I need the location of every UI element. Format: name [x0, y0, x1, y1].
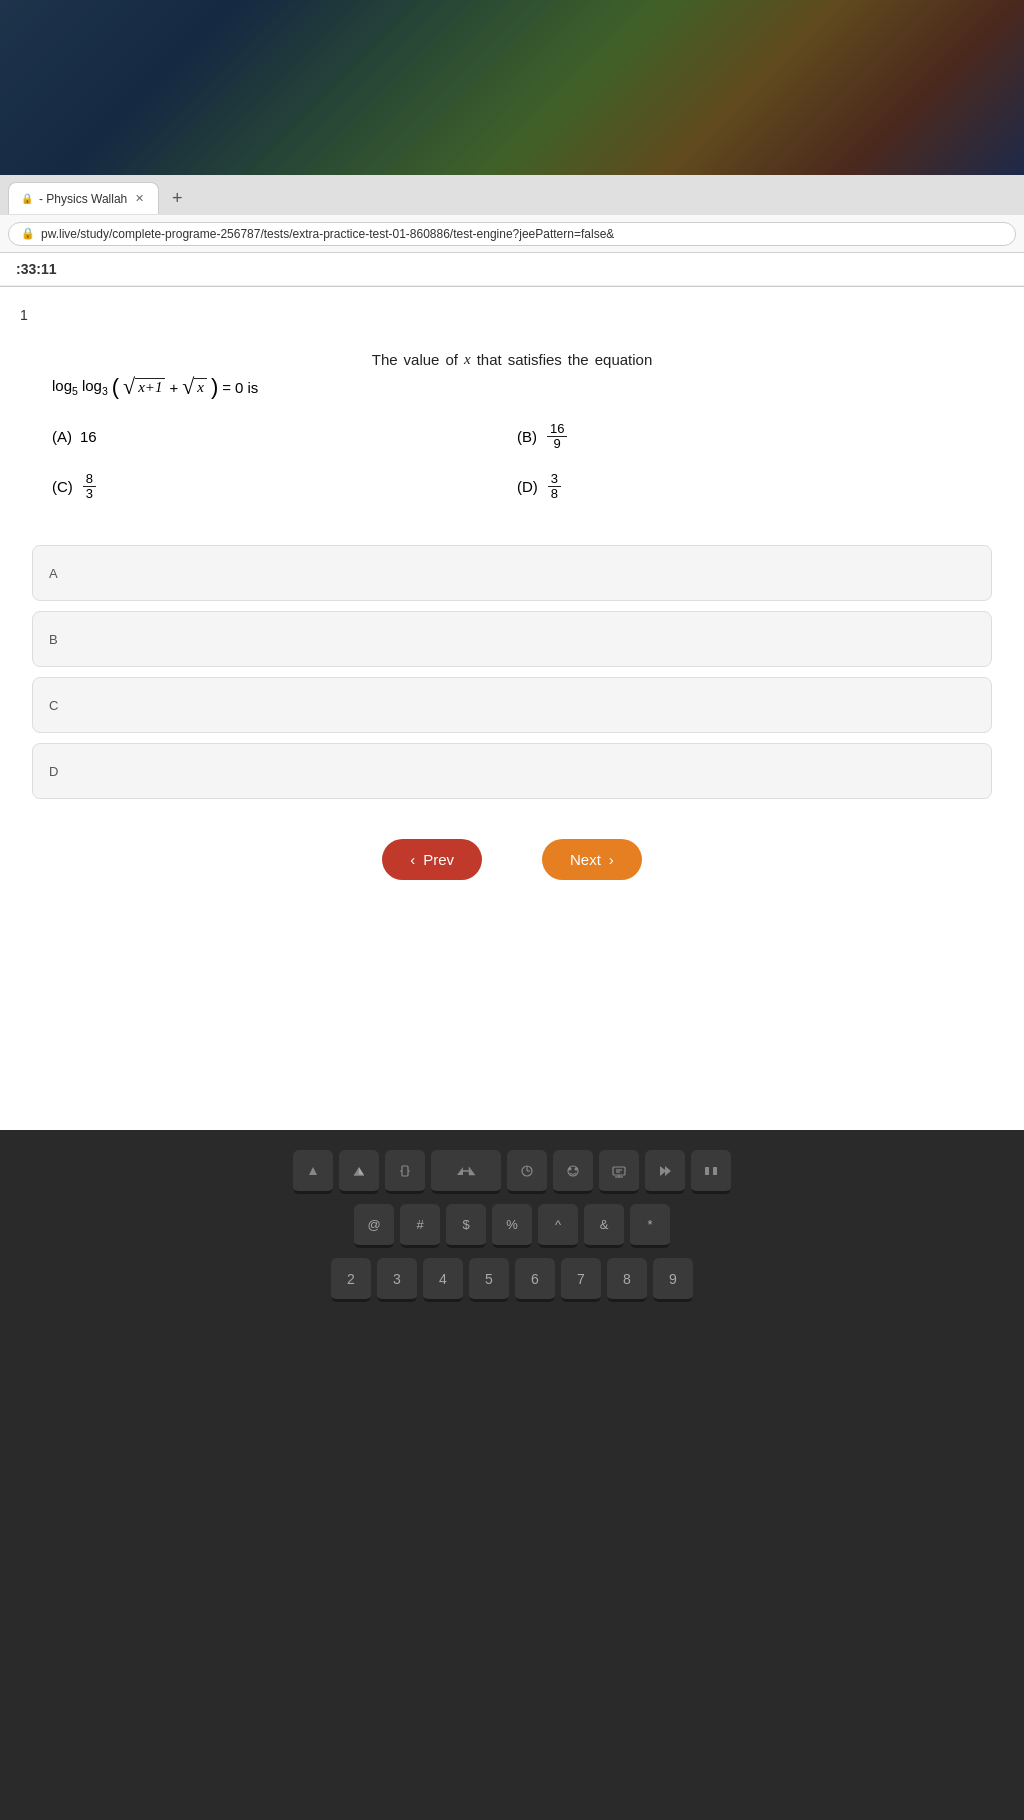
key-6[interactable]: 6: [515, 1258, 555, 1302]
active-tab[interactable]: 🔒 - Physics Wallah ✕: [8, 182, 159, 214]
equation-line: log5 log3 ( √ x+1 + √ x ) = 0 is: [32, 372, 992, 414]
address-bar[interactable]: 🔒 pw.live/study/complete-programe-256787…: [8, 222, 1016, 246]
key-8[interactable]: 8: [607, 1258, 647, 1302]
answer-option-b[interactable]: B: [32, 611, 992, 667]
key-dollar[interactable]: $: [446, 1204, 486, 1248]
svg-marker-23: [469, 1167, 475, 1175]
option-d-letter: D: [49, 764, 63, 779]
svg-rect-37: [713, 1167, 717, 1175]
key-at[interactable]: @: [354, 1204, 394, 1248]
desktop-wallpaper: [0, 0, 1024, 175]
content-area: 1 The value of x that satisfies the equa…: [0, 287, 1024, 1130]
address-text: pw.live/study/complete-programe-256787/t…: [41, 227, 614, 241]
svg-marker-35: [660, 1166, 671, 1176]
prev-button[interactable]: ‹ Prev: [382, 839, 482, 880]
choice-d-display: (D) 3 8: [517, 472, 972, 502]
address-lock-icon: 🔒: [21, 227, 35, 240]
tab-bar: 🔒 - Physics Wallah ✕ +: [0, 175, 1024, 215]
keyboard-row-symbols: @ # $ % ^ & *: [10, 1204, 1014, 1248]
key-ampersand[interactable]: &: [584, 1204, 624, 1248]
next-button[interactable]: Next ›: [542, 839, 642, 880]
sqrt-x-plus-1: √ x+1: [123, 376, 165, 398]
svg-marker-16: [359, 1167, 364, 1175]
answer-option-d[interactable]: D: [32, 743, 992, 799]
answer-options: A B C D: [16, 535, 1008, 809]
keyboard-row-fn: [10, 1150, 1014, 1194]
option-a-letter: A: [49, 566, 63, 581]
tab-close-button[interactable]: ✕: [133, 192, 146, 205]
prev-label: Prev: [423, 851, 454, 868]
key-f5[interactable]: [507, 1150, 547, 1194]
key-4[interactable]: 4: [423, 1258, 463, 1302]
tab-title: - Physics Wallah: [39, 192, 127, 206]
prev-arrow-icon: ‹: [410, 851, 415, 868]
question-intro: The value of x that satisfies the equati…: [32, 351, 992, 368]
key-f9[interactable]: [691, 1150, 731, 1194]
svg-rect-36: [705, 1167, 709, 1175]
sqrt-x: √ x: [182, 376, 207, 398]
svg-marker-15: [354, 1167, 359, 1175]
question-box: The value of x that satisfies the equati…: [24, 335, 1000, 525]
key-f2[interactable]: [339, 1150, 379, 1194]
key-percent[interactable]: %: [492, 1204, 532, 1248]
key-5[interactable]: 5: [469, 1258, 509, 1302]
answer-option-c[interactable]: C: [32, 677, 992, 733]
timer-bar: :33:11: [0, 253, 1024, 286]
svg-point-28: [569, 1167, 572, 1170]
question-number: 1: [16, 307, 1008, 323]
keyboard-row-numbers: 2 3 4 5 6 7 8 9: [10, 1258, 1014, 1302]
key-hash[interactable]: #: [400, 1204, 440, 1248]
next-label: Next: [570, 851, 601, 868]
key-7[interactable]: 7: [561, 1258, 601, 1302]
key-f3[interactable]: [385, 1150, 425, 1194]
new-tab-button[interactable]: +: [163, 184, 191, 212]
svg-rect-18: [402, 1166, 408, 1176]
option-c-letter: C: [49, 698, 63, 713]
key-f1[interactable]: [293, 1150, 333, 1194]
answer-option-a[interactable]: A: [32, 545, 992, 601]
key-9[interactable]: 9: [653, 1258, 693, 1302]
key-3[interactable]: 3: [377, 1258, 417, 1302]
svg-rect-30: [613, 1167, 625, 1175]
browser-window: 🔒 - Physics Wallah ✕ + 🔒 pw.live/study/c…: [0, 175, 1024, 287]
nav-buttons: ‹ Prev Next ›: [16, 819, 1008, 900]
key-2[interactable]: 2: [331, 1258, 371, 1302]
keyboard-area: @ # $ % ^ & * 2 3 4 5 6 7 8 9: [0, 1130, 1024, 1775]
choice-c-display: (C) 8 3: [52, 472, 507, 502]
svg-marker-21: [457, 1167, 463, 1175]
choices-row: (A) 16 (B) 16 9 (C) 8 3: [32, 414, 992, 509]
tab-lock-icon: 🔒: [21, 193, 33, 204]
next-arrow-icon: ›: [609, 851, 614, 868]
option-b-letter: B: [49, 632, 63, 647]
address-bar-row: 🔒 pw.live/study/complete-programe-256787…: [0, 215, 1024, 253]
key-asterisk[interactable]: *: [630, 1204, 670, 1248]
key-caret[interactable]: ^: [538, 1204, 578, 1248]
choice-a-display: (A) 16: [52, 422, 507, 452]
key-f8[interactable]: [645, 1150, 685, 1194]
svg-point-29: [575, 1167, 578, 1170]
svg-marker-14: [309, 1167, 317, 1175]
key-f7[interactable]: [599, 1150, 639, 1194]
laptop-screen: 🔒 - Physics Wallah ✕ + 🔒 pw.live/study/c…: [0, 0, 1024, 1130]
choice-b-display: (B) 16 9: [517, 422, 972, 452]
timer-display: :33:11: [16, 261, 56, 277]
key-f4[interactable]: [431, 1150, 501, 1194]
key-f6[interactable]: [553, 1150, 593, 1194]
